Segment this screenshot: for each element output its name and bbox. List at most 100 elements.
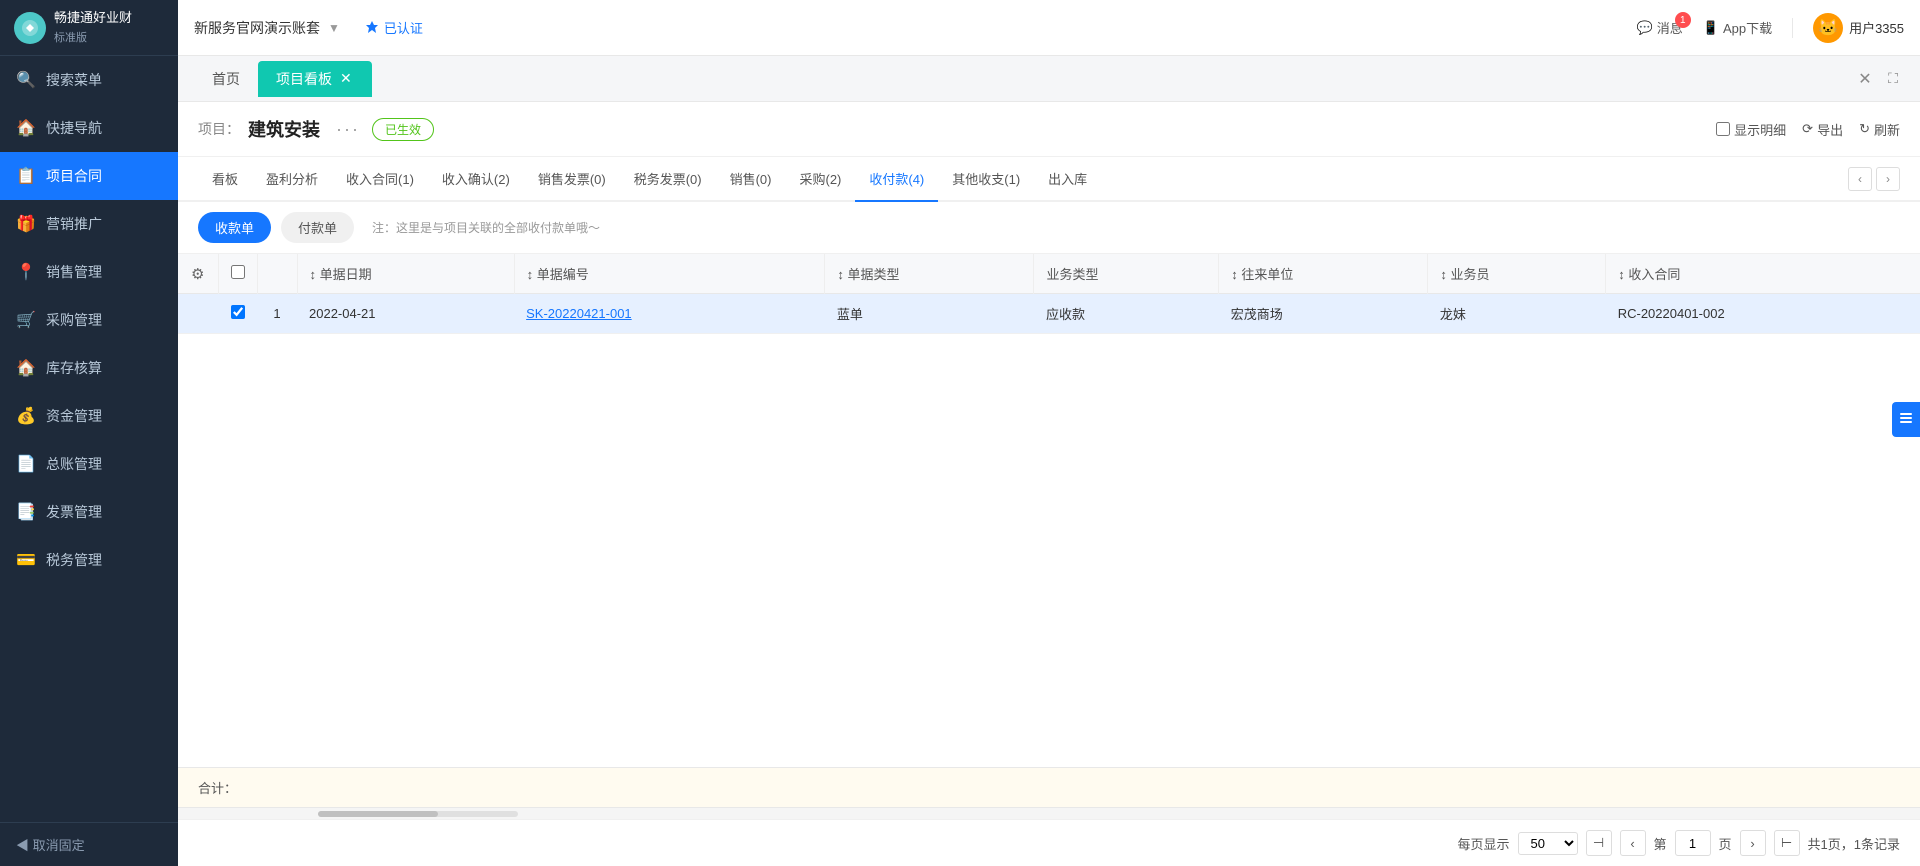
tabbar: 首页 项目看板 ✕ ✕ ⛶	[178, 56, 1920, 102]
first-page-button[interactable]: ⊣	[1586, 830, 1612, 856]
last-page-button[interactable]: ⊢	[1774, 830, 1800, 856]
account-dropdown-icon[interactable]: ▼	[328, 21, 340, 35]
code-link-0[interactable]: SK-20220421-001	[526, 306, 632, 321]
user-button[interactable]: 🐱 用户3355	[1813, 13, 1904, 43]
select-all-checkbox[interactable]	[231, 265, 245, 279]
tab-close-button[interactable]: ✕	[338, 70, 354, 87]
row-checkbox-0[interactable]	[231, 305, 245, 319]
td-partner-0: 宏茂商场	[1219, 294, 1428, 334]
sub-nav-item-5[interactable]: 税务发票(0)	[620, 157, 716, 200]
td-contract-0: RC-20220401-002	[1606, 294, 1920, 334]
more-icon[interactable]: ···	[336, 119, 360, 140]
sidebar-item-9[interactable]: 📑发票管理	[0, 488, 178, 536]
show-detail-input[interactable]	[1716, 122, 1730, 136]
export-label: 导出	[1817, 120, 1843, 139]
sub-nav-next[interactable]: ›	[1876, 167, 1900, 191]
sidebar-nav-scroll: 🔍搜索菜单🏠快捷导航📋项目合同🎁营销推广 📍 销售管理 🛒 采购管理 🏠库存核算💰资金管理…	[0, 56, 178, 822]
prev-page-button[interactable]: ‹	[1620, 830, 1646, 856]
refresh-button[interactable]: ↻ 刷新	[1859, 120, 1900, 139]
next-page-button[interactable]: ›	[1740, 830, 1766, 856]
sub-nav-item-8[interactable]: 收付款(4)	[855, 157, 938, 202]
td-settings-0	[178, 294, 218, 334]
sidebar-item-8[interactable]: 📄总账管理	[0, 440, 178, 488]
app-download-button[interactable]: 📱 App下载	[1703, 18, 1772, 37]
app-download-label: App下载	[1723, 18, 1772, 37]
total-label: 合计：	[198, 781, 237, 796]
content-area: 项目： 建筑安装 ··· 已生效 显示明细 ⟳ 导出 ↻ 刷新	[178, 102, 1920, 866]
window-close-button[interactable]: ✕	[1854, 68, 1876, 90]
refresh-icon: ↻	[1859, 121, 1870, 137]
verified-badge: 已认证	[364, 18, 423, 37]
nav-icon-4: 📍	[16, 262, 36, 282]
th-code-label: 单据编号	[537, 267, 589, 282]
user-avatar: 🐱	[1813, 13, 1843, 43]
sidebar-item-3[interactable]: 🎁营销推广	[0, 200, 178, 248]
td-biz-type-0: 应收款	[1034, 294, 1219, 334]
sub-tab-1[interactable]: 付款单	[281, 212, 354, 243]
th-contract[interactable]: ↕ 收入合同	[1606, 254, 1920, 294]
sidebar-item-0[interactable]: 🔍搜索菜单	[0, 56, 178, 104]
window-maximize-button[interactable]: ⛶	[1882, 68, 1904, 90]
sub-tab-0[interactable]: 收款单	[198, 212, 271, 243]
sub-nav-item-2[interactable]: 收入合同(1)	[332, 157, 428, 200]
nav-label-8: 总账管理	[46, 454, 102, 474]
sub-nav-item-6[interactable]: 销售(0)	[716, 157, 786, 200]
messages-button[interactable]: 💬 消息 1	[1637, 18, 1683, 37]
right-action-bar[interactable]	[1892, 402, 1920, 437]
horizontal-scrollbar-track[interactable]	[318, 811, 518, 817]
page-end-label: 页	[1719, 834, 1732, 853]
nav-label-0: 搜索菜单	[46, 70, 102, 90]
sidebar-item-2[interactable]: 📋项目合同	[0, 152, 178, 200]
nav-label-4: 销售管理	[46, 262, 102, 282]
nav-icon-1: 🏠	[16, 118, 36, 138]
nav-icon-5: 🛒	[16, 310, 36, 330]
table-total-row: 合计：	[178, 767, 1920, 807]
page-header: 项目： 建筑安装 ··· 已生效 显示明细 ⟳ 导出 ↻ 刷新	[178, 102, 1920, 157]
th-settings[interactable]	[178, 254, 218, 294]
sub-nav-item-1[interactable]: 盈利分析	[252, 157, 332, 200]
td-code-0[interactable]: SK-20220421-001	[514, 294, 825, 334]
project-prefix: 项目：	[198, 119, 240, 139]
sub-nav-item-7[interactable]: 采购(2)	[785, 157, 855, 200]
th-checkbox	[218, 254, 257, 294]
th-biz-type: 业务类型	[1034, 254, 1219, 294]
tab-project-board[interactable]: 项目看板 ✕	[258, 61, 372, 97]
sidebar-item-6[interactable]: 🏠库存核算	[0, 344, 178, 392]
th-biz-type-label: 业务类型	[1046, 267, 1098, 282]
td-type-0: 蓝单	[825, 294, 1034, 334]
sidebar-item-5[interactable]: 🛒 采购管理	[0, 296, 178, 344]
th-code[interactable]: ↕ 单据编号	[514, 254, 825, 294]
per-page-select[interactable]: 50 100 200	[1518, 832, 1578, 855]
sidebar-unpin-button[interactable]: ◀ 取消固定	[0, 822, 178, 866]
phone-icon: 📱	[1703, 20, 1719, 36]
sub-nav-item-4[interactable]: 销售发票(0)	[524, 157, 620, 200]
th-date[interactable]: ↕ 单据日期	[297, 254, 514, 294]
th-type[interactable]: ↕ 单据类型	[825, 254, 1034, 294]
pagination: 每页显示 50 100 200 ⊣ ‹ 第 页 › ⊢ 共1页，1条记录	[178, 819, 1920, 866]
sub-nav-prev[interactable]: ‹	[1848, 167, 1872, 191]
sub-nav-item-9[interactable]: 其他收支(1)	[938, 157, 1034, 200]
horizontal-scrollbar-thumb[interactable]	[318, 811, 438, 817]
sub-nav-item-0[interactable]: 看板	[198, 157, 252, 200]
tab-home[interactable]: 首页	[194, 61, 258, 97]
refresh-label: 刷新	[1874, 120, 1900, 139]
th-salesperson[interactable]: ↕ 业务员	[1428, 254, 1606, 294]
show-detail-checkbox[interactable]: 显示明细	[1716, 120, 1786, 139]
table-row[interactable]: 1 2022-04-21 SK-20220421-001 蓝单 应收款 宏茂商场…	[178, 294, 1920, 334]
sidebar-item-4[interactable]: 📍 销售管理	[0, 248, 178, 296]
page-label: 第	[1654, 834, 1667, 853]
export-button[interactable]: ⟳ 导出	[1802, 120, 1843, 139]
td-checkbox-0	[218, 294, 257, 334]
sub-nav-item-10[interactable]: 出入库	[1034, 157, 1101, 200]
th-partner[interactable]: ↕ 往来单位	[1219, 254, 1428, 294]
topbar: 新服务官网演示账套 ▼ 已认证 💬 消息 1 📱 App下载 🐱	[178, 0, 1920, 56]
main-area: 新服务官网演示账套 ▼ 已认证 💬 消息 1 📱 App下载 🐱	[178, 0, 1920, 866]
page-number-input[interactable]	[1675, 830, 1711, 856]
message-icon: 💬	[1637, 20, 1653, 36]
sub-nav-item-3[interactable]: 收入确认(2)	[428, 157, 524, 200]
sidebar-item-10[interactable]: 💳税务管理	[0, 536, 178, 584]
nav-icon-3: 🎁	[16, 214, 36, 234]
nav-label-5: 采购管理	[46, 310, 102, 330]
sidebar-item-7[interactable]: 💰资金管理	[0, 392, 178, 440]
sidebar-item-1[interactable]: 🏠快捷导航	[0, 104, 178, 152]
